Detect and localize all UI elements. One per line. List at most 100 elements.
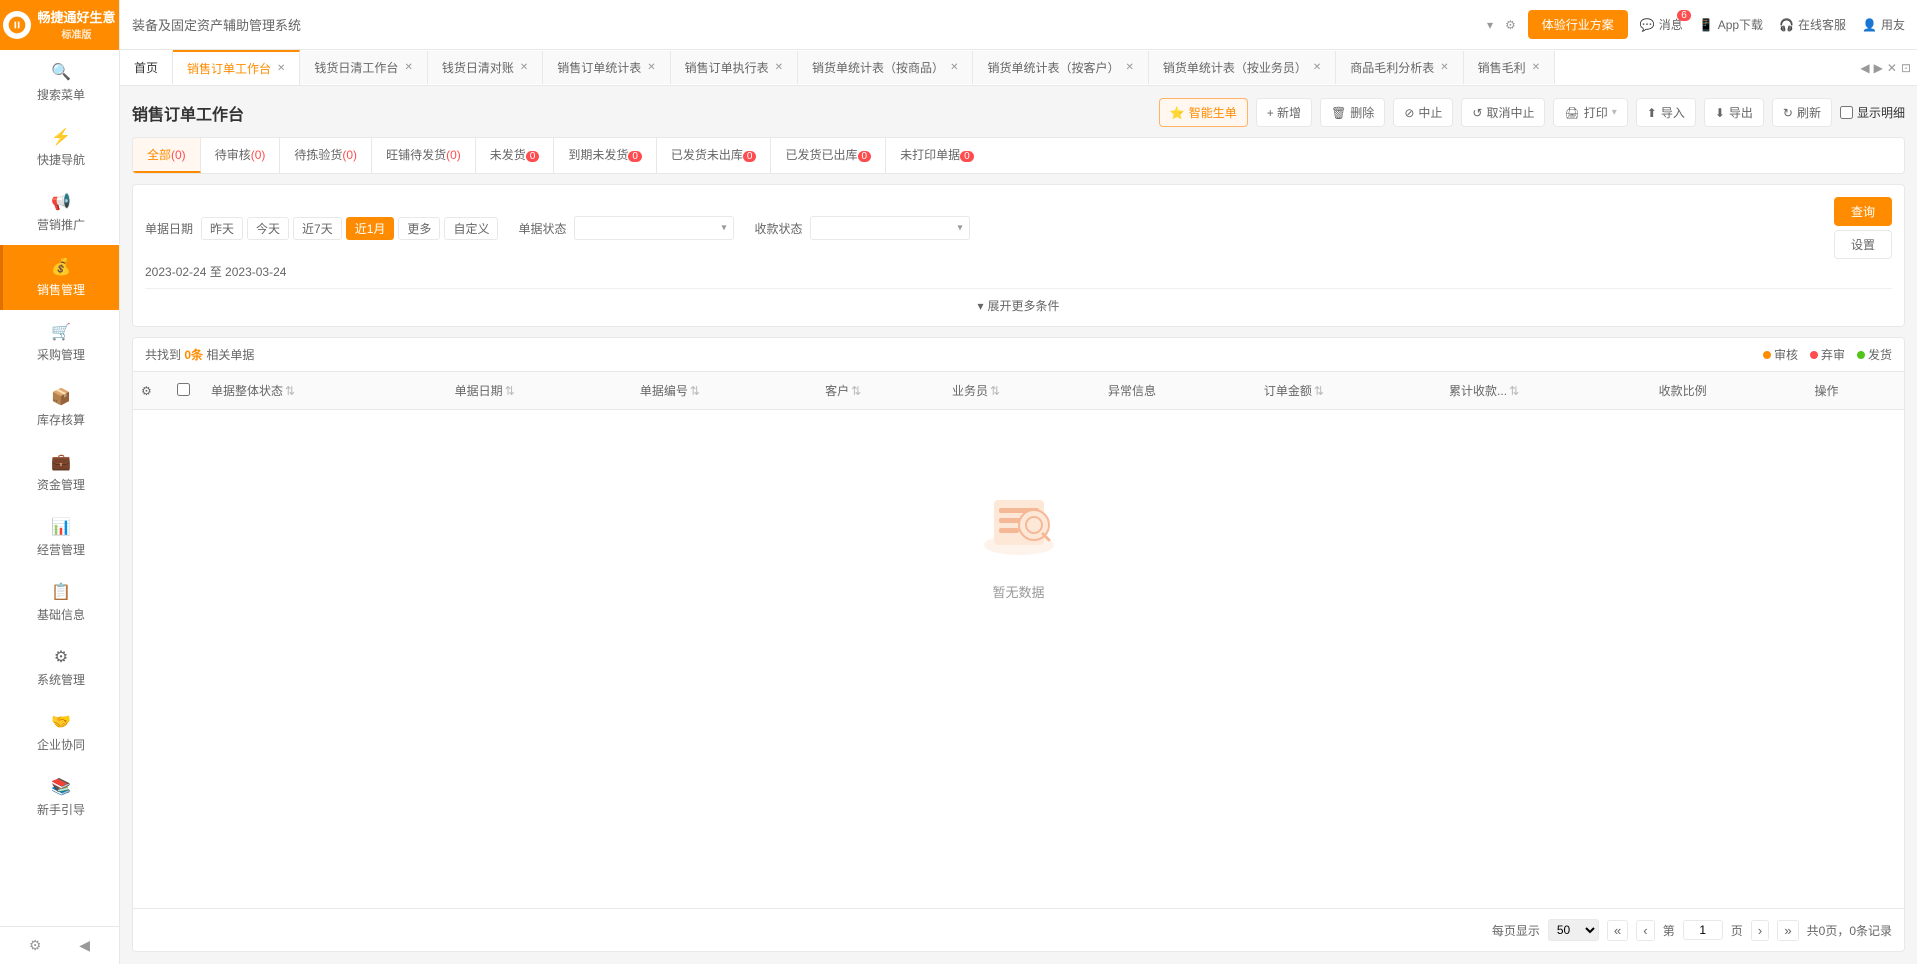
sidebar-item-basic[interactable]: 📋 基础信息: [0, 570, 119, 635]
sidebar-item-sales[interactable]: 💰 销售管理: [0, 245, 119, 310]
date-btn-yesterday[interactable]: 昨天: [201, 217, 243, 240]
last-page-btn[interactable]: »: [1777, 920, 1798, 941]
tab-close-icon[interactable]: ✕: [647, 62, 655, 73]
sort-amount[interactable]: ⇅: [1314, 384, 1324, 398]
th-number: 单据编号⇅: [632, 372, 817, 410]
topbar-user[interactable]: 👤 用友: [1862, 16, 1905, 33]
date-btn-7days[interactable]: 近7天: [293, 217, 342, 240]
show-detail-checkbox-label[interactable]: 显示明细: [1840, 104, 1905, 121]
filter-tab-unshipped[interactable]: 未发货0: [476, 138, 555, 173]
next-page-btn[interactable]: ›: [1751, 920, 1769, 941]
sidebar-item-search[interactable]: 🔍 搜索菜单: [0, 50, 119, 115]
smart-btn[interactable]: ⭐ 智能生单: [1159, 98, 1248, 127]
print-btn[interactable]: 🖨 打印 ▾: [1553, 98, 1627, 127]
expand-btn[interactable]: ▾ 展开更多条件: [977, 297, 1059, 314]
show-detail-checkbox[interactable]: [1840, 106, 1853, 119]
filter-tab-all[interactable]: 全部(0): [133, 138, 201, 173]
select-all-checkbox[interactable]: [177, 383, 190, 396]
tab-close-icon[interactable]: ✕: [277, 63, 285, 74]
tab-home[interactable]: 首页: [120, 51, 173, 84]
sort-date[interactable]: ⇅: [505, 384, 515, 398]
tab-sales-exec[interactable]: 销售订单执行表 ✕: [671, 51, 798, 84]
th-settings[interactable]: ⚙: [133, 372, 163, 410]
filter-tab-wangpu[interactable]: 旺铺待发货(0): [372, 138, 476, 173]
tab-nav-prev[interactable]: ◀: [1860, 61, 1869, 75]
topbar-online-service[interactable]: 🎧 在线客服: [1779, 16, 1846, 33]
tab-sales-summary-staff[interactable]: 销货单统计表（按业务员） ✕: [1149, 51, 1336, 84]
tab-sales-stats[interactable]: 销售订单统计表 ✕: [543, 51, 670, 84]
print-icon: 🖨: [1564, 106, 1579, 120]
stop-btn[interactable]: ⊘ 中止: [1393, 98, 1453, 127]
sidebar-item-quick-nav[interactable]: ⚡ 快捷导航: [0, 115, 119, 180]
sort-customer[interactable]: ⇅: [851, 384, 861, 398]
table-action-unreview[interactable]: 弃审: [1810, 346, 1845, 363]
tab-sales-profit[interactable]: 销售毛利 ✕: [1464, 51, 1555, 84]
sidebar-settings-btn[interactable]: ⚙: [29, 937, 42, 954]
topbar-app-download[interactable]: 📱 App下载: [1699, 16, 1763, 33]
sidebar-item-inventory[interactable]: 📦 库存核算: [0, 375, 119, 440]
tab-cash-daily[interactable]: 钱货日清工作台 ✕: [300, 51, 427, 84]
export-btn[interactable]: ⬇ 导出: [1704, 98, 1764, 127]
page-input[interactable]: [1683, 920, 1723, 940]
filter-tab-pending-review[interactable]: 待审核(0): [201, 138, 281, 173]
filter-tab-shipped-out[interactable]: 已发货已出库0: [771, 138, 886, 173]
sidebar-item-operation[interactable]: 📊 经营管理: [0, 505, 119, 570]
import-btn[interactable]: ⬆ 导入: [1636, 98, 1696, 127]
prev-page-btn[interactable]: ‹: [1636, 920, 1654, 941]
sort-collected[interactable]: ⇅: [1509, 384, 1519, 398]
topbar-dropdown-arrow[interactable]: ▾: [1487, 18, 1493, 32]
trial-btn[interactable]: 体验行业方案: [1528, 10, 1628, 39]
tab-close-icon[interactable]: ✕: [404, 62, 412, 73]
tab-profit-analysis[interactable]: 商品毛利分析表 ✕: [1336, 51, 1463, 84]
date-btn-today[interactable]: 今天: [247, 217, 289, 240]
filter-tab-pending-inspect[interactable]: 待拣验货(0): [280, 138, 372, 173]
sidebar-item-finance[interactable]: 💼 资金管理: [0, 440, 119, 505]
topbar-msg[interactable]: 💬 消息 6: [1640, 16, 1683, 33]
topbar-settings-icon[interactable]: ⚙: [1505, 18, 1516, 32]
sidebar-item-guide[interactable]: 📚 新手引导: [0, 765, 119, 830]
date-btn-1month[interactable]: 近1月: [346, 217, 395, 240]
tab-close-icon[interactable]: ✕: [1313, 62, 1321, 73]
date-btn-more[interactable]: 更多: [398, 217, 440, 240]
tab-sales-summary-product[interactable]: 销货单统计表（按商品） ✕: [798, 51, 973, 84]
filter-tab-all-label: 全部(0): [147, 148, 186, 162]
tab-cash-reconcile[interactable]: 钱货日清对账 ✕: [428, 51, 543, 84]
add-btn[interactable]: + 新增: [1256, 98, 1312, 127]
query-btn[interactable]: 查询: [1834, 197, 1892, 226]
cancel-stop-btn[interactable]: ↺ 取消中止: [1461, 98, 1545, 127]
date-btn-custom[interactable]: 自定义: [444, 217, 498, 240]
payment-select[interactable]: [810, 216, 970, 240]
tab-close-icon[interactable]: ✕: [1125, 62, 1133, 73]
tab-nav-next[interactable]: ▶: [1874, 61, 1883, 75]
tab-close-icon[interactable]: ✕: [520, 62, 528, 73]
filter-tab-shipped-not-out[interactable]: 已发货未出库0: [657, 138, 772, 173]
sidebar-item-purchase[interactable]: 🛒 采购管理: [0, 310, 119, 375]
table-action-ship[interactable]: 发货: [1857, 346, 1892, 363]
sidebar-item-enterprise[interactable]: 🤝 企业协同: [0, 700, 119, 765]
search-settings-btn[interactable]: 设置: [1834, 230, 1892, 259]
sidebar-item-system[interactable]: ⚙ 系统管理: [0, 635, 119, 700]
sort-status[interactable]: ⇅: [285, 384, 295, 398]
tab-sales-summary-customer[interactable]: 销货单统计表（按客户） ✕: [973, 51, 1148, 84]
tab-expand[interactable]: ⊡: [1901, 61, 1911, 75]
sort-staff[interactable]: ⇅: [990, 384, 1000, 398]
status-select[interactable]: [574, 216, 734, 240]
add-btn-label: + 新增: [1267, 104, 1301, 121]
first-page-btn[interactable]: «: [1607, 920, 1628, 941]
sidebar-item-marketing[interactable]: 📢 营销推广: [0, 180, 119, 245]
table-action-review[interactable]: 审核: [1763, 346, 1798, 363]
tab-sales-workbench[interactable]: 销售订单工作台 ✕: [173, 50, 300, 85]
tab-close-icon[interactable]: ✕: [950, 62, 958, 73]
delete-btn[interactable]: 🗑 删除: [1320, 98, 1385, 127]
tab-close-icon[interactable]: ✕: [1440, 62, 1448, 73]
tab-close-icon[interactable]: ✕: [775, 62, 783, 73]
sidebar-collapse-btn[interactable]: ◀: [79, 937, 90, 954]
per-page-select[interactable]: 50 20 100: [1548, 919, 1599, 941]
filter-tab-unprinted[interactable]: 未打印单据0: [886, 138, 988, 173]
tab-close-all[interactable]: ✕: [1887, 61, 1897, 75]
sort-number[interactable]: ⇅: [690, 384, 700, 398]
tab-close-icon[interactable]: ✕: [1532, 62, 1540, 73]
refresh-btn[interactable]: ↻ 刷新: [1772, 98, 1832, 127]
th-checkbox[interactable]: [163, 372, 203, 410]
filter-tab-overdue-unshipped[interactable]: 到期未发货0: [554, 138, 657, 173]
